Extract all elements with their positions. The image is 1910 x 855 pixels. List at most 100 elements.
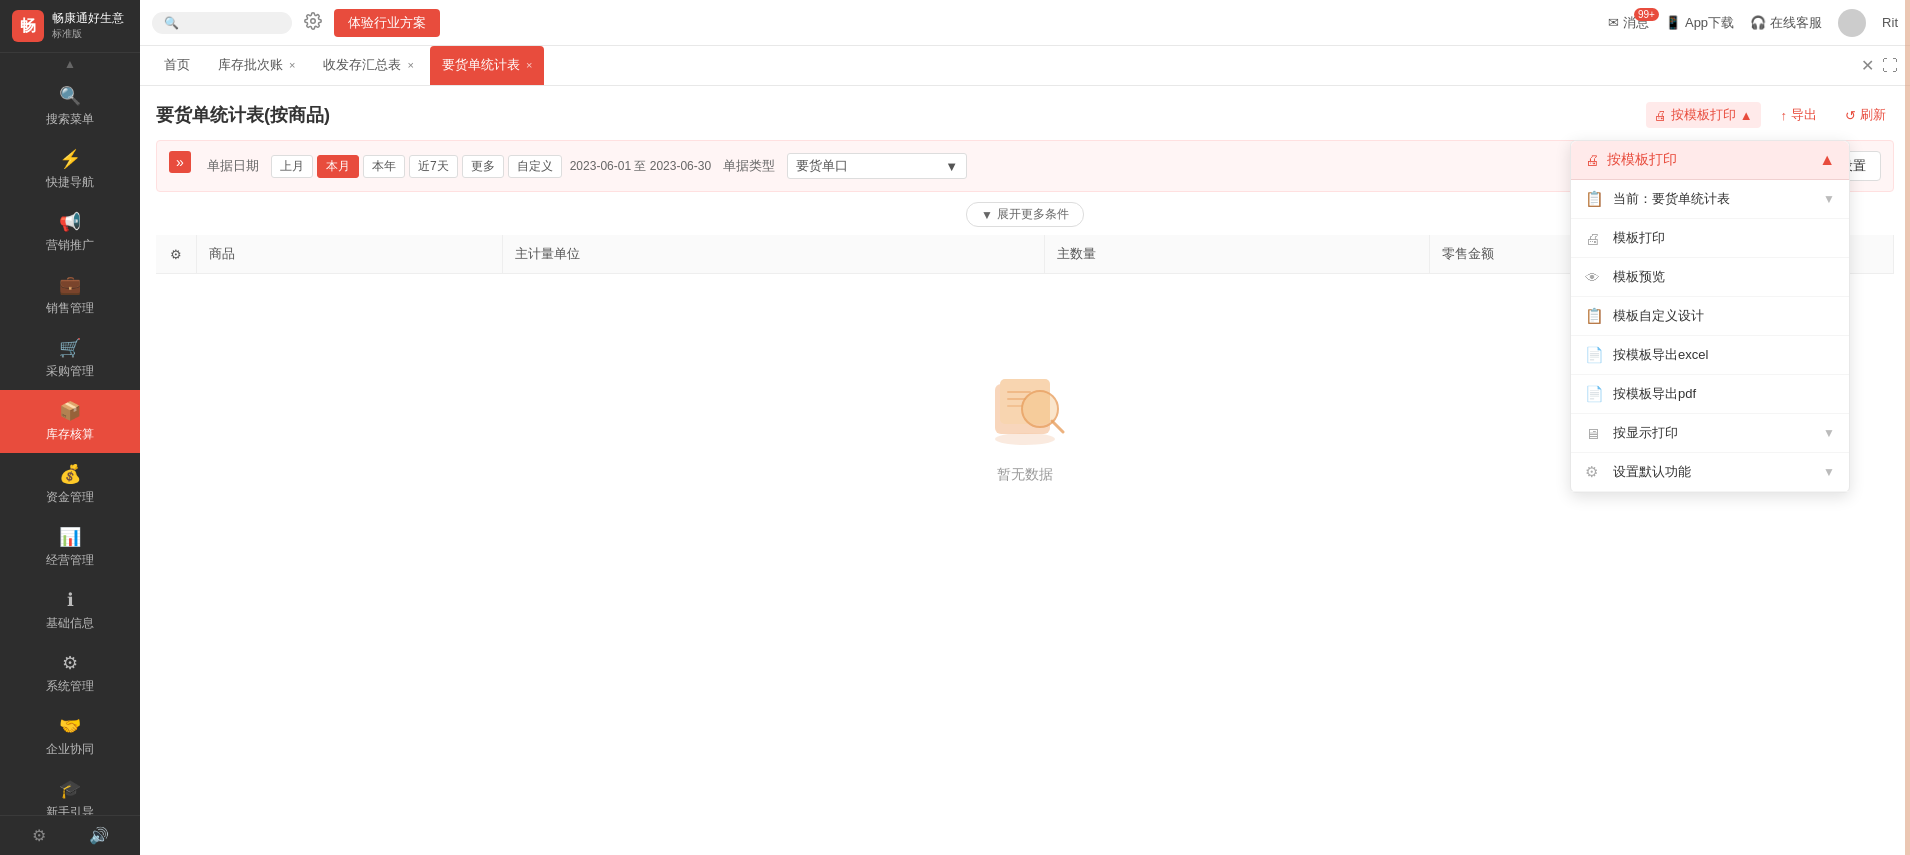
sidebar-item-search-label: 搜索菜单 — [46, 111, 94, 128]
online-support-btn[interactable]: 🎧 在线客服 — [1750, 14, 1822, 32]
tab-home[interactable]: 首页 — [152, 46, 202, 85]
template-preview-item[interactable]: 👁 模板预览 — [1571, 258, 1849, 297]
sidebar-item-basics[interactable]: ℹ 基础信息 — [0, 579, 140, 642]
audio-footer-btn[interactable]: 🔊 — [89, 826, 109, 845]
export-btn[interactable]: ↑ 导出 — [1773, 102, 1826, 128]
expand-more-btn[interactable]: ▼ 展开更多条件 — [966, 202, 1084, 227]
template-print-item[interactable]: 🖨 模板打印 — [1571, 219, 1849, 258]
tab-order-stats[interactable]: 要货单统计表 × — [430, 46, 544, 85]
tab-collection-summary[interactable]: 收发存汇总表 × — [311, 46, 425, 85]
print-icon: 🖨 — [1654, 108, 1667, 123]
svg-line-5 — [1052, 421, 1063, 432]
right-scrollbar[interactable] — [1905, 0, 1910, 855]
topbar-gear-btn[interactable] — [300, 8, 326, 38]
sidebar-item-finance[interactable]: 💰 资金管理 — [0, 453, 140, 516]
settings-footer-btn[interactable]: ⚙ — [32, 826, 46, 845]
default-func-arrow: ▼ — [1823, 465, 1835, 479]
app-download-btn[interactable]: 📱 App下载 — [1665, 14, 1734, 32]
date-last-7days[interactable]: 近7天 — [409, 155, 458, 178]
expand-more-icon: ▼ — [981, 208, 993, 222]
export-pdf-label: 按模板导出pdf — [1613, 385, 1696, 403]
topbar: 🔍 体验行业方案 ✉ 消息 99+ 📱 App下载 🎧 在线客服 — [140, 0, 1910, 46]
date-more[interactable]: 更多 — [462, 155, 504, 178]
system-icon: ⚙ — [62, 652, 78, 674]
default-func-item[interactable]: ⚙ 设置默认功能 ▼ — [1571, 453, 1849, 492]
date-last-month[interactable]: 上月 — [271, 155, 313, 178]
sidebar-item-system[interactable]: ⚙ 系统管理 — [0, 642, 140, 705]
print-dropdown-header: 🖨 按模板打印 ▲ — [1571, 141, 1849, 180]
page-header: 要货单统计表(按商品) 🖨 按模板打印 ▲ ↑ 导出 ↺ 刷新 — [156, 102, 1894, 128]
refresh-label: 刷新 — [1860, 106, 1886, 124]
tab-order-stats-close[interactable]: × — [526, 59, 532, 71]
avatar[interactable] — [1838, 9, 1866, 37]
support-icon: 🎧 — [1750, 15, 1766, 30]
empty-state-icon — [975, 354, 1075, 454]
template-preview-icon: 👁 — [1585, 269, 1603, 286]
sidebar-item-system-label: 系统管理 — [46, 678, 94, 695]
sidebar-item-purchase[interactable]: 🛒 采购管理 — [0, 327, 140, 390]
export-icon: ↑ — [1781, 108, 1788, 123]
sidebar-item-sales[interactable]: 💼 销售管理 — [0, 264, 140, 327]
sidebar-item-newbie-label: 新手引导 — [46, 804, 94, 815]
tab-inventory-batch[interactable]: 库存批次账 × — [206, 46, 307, 85]
sidebar-nav: ▲ 🔍 搜索菜单 ⚡ 快捷导航 📢 营销推广 💼 销售管理 🛒 采购管理 📦 库… — [0, 53, 140, 815]
sidebar-item-search[interactable]: 🔍 搜索菜单 — [0, 75, 140, 138]
download-icon: 📱 — [1665, 15, 1681, 30]
expand-window-btn[interactable]: ⛶ — [1882, 57, 1898, 75]
date-this-year[interactable]: 本年 — [363, 155, 405, 178]
app-name: 畅康通好生意 — [52, 11, 124, 27]
sidebar-item-inventory[interactable]: 📦 库存核算 — [0, 390, 140, 453]
app-name-block: 畅康通好生意 标准版 — [52, 11, 124, 41]
date-range-display: 2023-06-01 至 2023-06-30 — [570, 158, 711, 175]
col-settings[interactable]: ⚙ — [156, 235, 196, 274]
topbar-search-icon: 🔍 — [164, 16, 179, 30]
print-template-btn[interactable]: 🖨 按模板打印 ▲ — [1646, 102, 1761, 128]
export-excel-item[interactable]: 📄 按模板导出excel — [1571, 336, 1849, 375]
enterprise-icon: 🤝 — [59, 715, 81, 737]
sidebar-item-operations[interactable]: 📊 经营管理 — [0, 516, 140, 579]
messages-btn[interactable]: ✉ 消息 99+ — [1608, 14, 1649, 32]
col-quantity: 主数量 — [1045, 235, 1430, 274]
tab-collection-summary-close[interactable]: × — [407, 59, 413, 71]
date-custom[interactable]: 自定义 — [508, 155, 562, 178]
order-type-value: 要货单口 — [796, 157, 848, 175]
col-product: 商品 — [196, 235, 503, 274]
filter-expand-btn[interactable]: » — [169, 151, 191, 173]
display-print-label: 按显示打印 — [1613, 424, 1678, 442]
page-title: 要货单统计表(按商品) — [156, 103, 330, 127]
date-this-month[interactable]: 本月 — [317, 155, 359, 178]
sidebar-item-marketing[interactable]: 📢 营销推广 — [0, 201, 140, 264]
print-template-label: 按模板打印 — [1671, 106, 1736, 124]
sidebar-item-newbie[interactable]: 🎓 新手引导 — [0, 768, 140, 815]
refresh-btn[interactable]: ↺ 刷新 — [1837, 102, 1894, 128]
scroll-up-btn[interactable]: ▲ — [0, 53, 140, 75]
print-dropdown-title-area: 🖨 按模板打印 — [1585, 151, 1677, 169]
messages-badge: 99+ — [1634, 8, 1659, 21]
marketing-icon: 📢 — [59, 211, 81, 233]
username-label[interactable]: Rit — [1882, 15, 1898, 30]
close-tab-btn[interactable]: ✕ — [1861, 56, 1874, 75]
industry-btn[interactable]: 体验行业方案 — [334, 9, 440, 37]
display-print-arrow: ▼ — [1823, 426, 1835, 440]
expand-more-label: 展开更多条件 — [997, 206, 1069, 223]
basics-icon: ℹ — [67, 589, 74, 611]
col-unit: 主计量单位 — [503, 235, 1045, 274]
sidebar-item-enterprise[interactable]: 🤝 企业协同 — [0, 705, 140, 768]
export-pdf-item[interactable]: 📄 按模板导出pdf — [1571, 375, 1849, 414]
sidebar-item-finance-label: 资金管理 — [46, 489, 94, 506]
order-type-select[interactable]: 要货单口 ▼ — [787, 153, 967, 179]
display-print-item[interactable]: 🖥 按显示打印 ▼ — [1571, 414, 1849, 453]
print-dropdown-current[interactable]: 📋 当前：要货单统计表 ▼ — [1571, 180, 1849, 219]
sidebar-item-inventory-label: 库存核算 — [46, 426, 94, 443]
order-type-label: 单据类型 — [723, 157, 775, 175]
print-dropdown-close-btn[interactable]: ▲ — [1819, 151, 1835, 169]
template-custom-item[interactable]: 📋 模板自定义设计 — [1571, 297, 1849, 336]
online-support-label: 在线客服 — [1770, 14, 1822, 32]
tab-inventory-batch-close[interactable]: × — [289, 59, 295, 71]
topbar-search-box[interactable]: 🔍 — [152, 12, 292, 34]
sidebar: 畅 畅康通好生意 标准版 ▲ 🔍 搜索菜单 ⚡ 快捷导航 📢 营销推广 💼 销售… — [0, 0, 140, 855]
current-template-label: 当前：要货单统计表 — [1613, 190, 1730, 208]
sidebar-item-quick-nav[interactable]: ⚡ 快捷导航 — [0, 138, 140, 201]
empty-state-text: 暂无数据 — [997, 466, 1053, 484]
search-nav-icon: 🔍 — [59, 85, 81, 107]
